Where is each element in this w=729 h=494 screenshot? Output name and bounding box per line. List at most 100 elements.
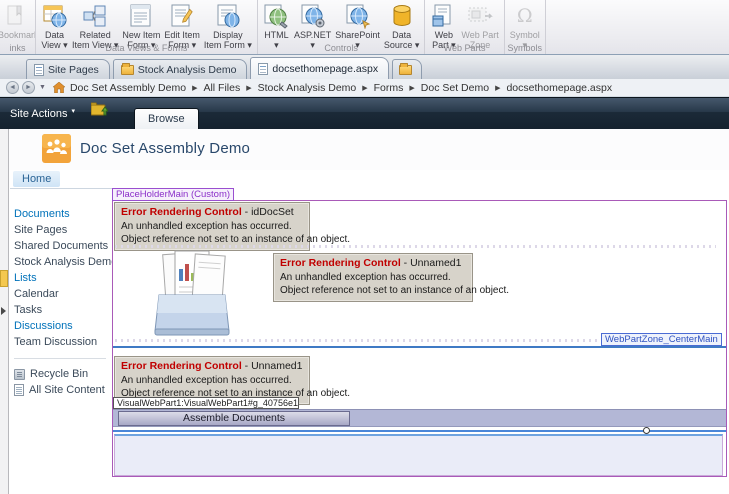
error-line: Object reference not set to an instance … (280, 284, 510, 296)
site-actions-label: Site Actions (10, 107, 68, 120)
nav-tab-home[interactable]: Home (13, 171, 61, 187)
empty-web-part-zone[interactable] (114, 434, 723, 476)
data-view-label-1: Data (44, 30, 64, 40)
breadcrumb-item-docsethomepage[interactable]: docsethomepage.aspx (506, 82, 612, 94)
ribbon-group-web-parts-label: Web Parts (443, 43, 486, 53)
design-surface: PlaceHolderMain (Custom) Error Rendering… (112, 188, 729, 494)
ribbon-group-data-views-forms: Data View ▾ Related Item View ▾ New Item… (36, 0, 258, 54)
web-part-label-1: Web (434, 30, 454, 40)
tab-browse[interactable]: Browse (134, 108, 199, 129)
placeholder-main-label[interactable]: PlaceHolderMain (Custom) (112, 188, 235, 201)
related-item-view-icon (82, 3, 109, 29)
assemble-documents-button[interactable]: Assemble Documents (118, 411, 350, 426)
ribbon-group-controls: HTML ▾ ASP.NET ▾ SharePoint ▾ Data Sourc… (258, 0, 426, 54)
ribbon-group-data-views-forms-label: Data Views & Forms (105, 43, 188, 53)
web-part-content-bar: Assemble Documents (113, 409, 726, 427)
home-icon[interactable] (52, 82, 65, 93)
history-dropdown-icon[interactable]: ▼ (39, 84, 46, 91)
page-icon (34, 63, 44, 76)
file-tab-bar: Site Pages Stock Analysis Demo docsethom… (0, 55, 729, 79)
breadcrumb-item-forms[interactable]: Forms (374, 82, 404, 94)
site-actions-menu[interactable]: Site Actions ▾ (0, 98, 85, 129)
sharepoint-label-1: SharePoint (335, 30, 380, 40)
new-item-form-icon (128, 3, 155, 29)
site-logo-icon[interactable] (42, 134, 71, 168)
sidebar-header-documents[interactable]: Documents (14, 206, 110, 222)
ribbon-group-controls-label: Controls (324, 43, 358, 53)
tab-docsethomepage-label: docsethomepage.aspx (272, 62, 379, 75)
top-nav: Home (10, 170, 729, 189)
sidebar-item-site-pages[interactable]: Site Pages (14, 222, 110, 238)
edit-item-form-label-1: Edit Item (164, 30, 200, 40)
breadcrumb-separator-icon: ▶ (409, 84, 415, 92)
placeholder-main-region[interactable]: Error Rendering Control - idDocSet An un… (112, 200, 727, 477)
sidebar-item-all-site-content[interactable]: All Site Content (14, 382, 110, 398)
tab-stock-analysis-demo[interactable]: Stock Analysis Demo (112, 59, 248, 79)
webpartzone-centermain-label[interactable]: WebPartZone_CenterMain (601, 333, 722, 346)
symbol-omega-icon: Ω (516, 4, 533, 27)
ribbon-group-symbols: Ω Symbol ▾ Symbols (505, 0, 546, 54)
resize-handle[interactable] (643, 427, 650, 434)
visual-web-part-tag[interactable]: VisualWebPart1:VisualWebPart1#g_40756e11… (113, 397, 299, 409)
edit-item-form-icon (169, 3, 196, 29)
ribbon-group-web-parts: Web Part ▾ Web Part Zone Web Parts (425, 0, 505, 54)
site-actions-caret-icon: ▾ (71, 107, 75, 115)
error-rendering-control-iddocset[interactable]: Error Rendering Control - idDocSet An un… (114, 202, 350, 251)
gutter-arrow-icon (1, 307, 6, 315)
error-title: Error Rendering Control - idDocSet (121, 206, 294, 218)
bookmark-button[interactable]: k Bookmark (0, 2, 35, 41)
sidebar-item-tasks[interactable]: Tasks (14, 302, 110, 318)
breadcrumb-separator-icon: ▶ (192, 84, 198, 92)
breadcrumb-item-all-files[interactable]: All Files (203, 82, 240, 94)
breadcrumb-item-stock-analysis-demo[interactable]: Stock Analysis Demo (258, 82, 357, 94)
sidebar-item-stock-analysis-demo[interactable]: Stock Analysis Demo (14, 254, 117, 270)
error-line: An unhandled exception has occurred. (121, 375, 292, 386)
ribbon-group-symbols-label: Symbols (507, 43, 542, 53)
breadcrumb-item-site[interactable]: Doc Set Assembly Demo (70, 82, 186, 94)
navigate-up-icon[interactable] (90, 102, 109, 121)
display-item-form-label-1: Display (213, 30, 243, 40)
sidebar-header-lists[interactable]: Lists (14, 270, 110, 286)
breadcrumb-separator-icon: ▶ (495, 84, 501, 92)
error-line: An unhandled exception has occurred. (280, 272, 451, 283)
ribbon-group-links-label: inks (9, 43, 26, 53)
design-view-gutter[interactable] (0, 129, 9, 494)
aspnet-icon (299, 3, 326, 29)
back-icon[interactable]: ◄ (6, 81, 19, 94)
web-part-zone-label-1: Web Part (461, 30, 499, 40)
bookmark-label: k Bookmark (0, 30, 35, 40)
related-item-view-label-1: Related (79, 30, 111, 40)
forward-icon[interactable]: ► (22, 81, 35, 94)
error-line: An unhandled exception has occurred. (121, 221, 292, 232)
all-site-content-label: All Site Content (29, 384, 105, 396)
tab-site-pages[interactable]: Site Pages (26, 59, 110, 79)
document-set-image[interactable] (149, 247, 235, 342)
aspnet-label-1: ASP.NET (293, 30, 332, 40)
site-header: Doc Set Assembly Demo (0, 129, 729, 170)
breadcrumb-item-doc-set-demo[interactable]: Doc Set Demo (421, 82, 489, 94)
error-rendering-control-unnamed1[interactable]: Error Rendering Control - Unnamed1 An un… (273, 253, 510, 302)
sidebar-item-shared-documents[interactable]: Shared Documents (14, 238, 110, 254)
error-title: Error Rendering Control - Unnamed1 (280, 257, 462, 269)
sidebar-item-recycle-bin[interactable]: Recycle Bin (14, 366, 110, 382)
ribbon-group-links: k Bookmark inks (0, 0, 36, 54)
error-title: Error Rendering Control - Unnamed1 (121, 360, 303, 372)
breadcrumb-bar: ◄ ► ▼ Doc Set Assembly Demo ▶ All Files … (0, 79, 729, 97)
page-title: Doc Set Assembly Demo (80, 140, 251, 157)
sidebar-item-calendar[interactable]: Calendar (14, 286, 110, 302)
zone-divider-line (113, 430, 726, 432)
bookmark-icon (1, 3, 28, 29)
breadcrumb-separator-icon: ▶ (246, 84, 252, 92)
webpartzone-top-border (113, 346, 726, 348)
breadcrumb-separator-icon: ▶ (362, 84, 368, 92)
sidebar-header-discussions[interactable]: Discussions (14, 318, 110, 334)
html-label-1: HTML (264, 30, 289, 40)
gutter-marker (0, 270, 8, 287)
data-view-icon (41, 3, 68, 29)
all-site-content-icon (14, 384, 24, 396)
site-actions-bar: Site Actions ▾ Browse (0, 97, 729, 129)
tab-docsethomepage[interactable]: docsethomepage.aspx (250, 57, 390, 79)
html-icon (263, 3, 290, 29)
sidebar-item-team-discussion[interactable]: Team Discussion (14, 334, 110, 350)
tab-new-stub[interactable] (392, 59, 423, 79)
